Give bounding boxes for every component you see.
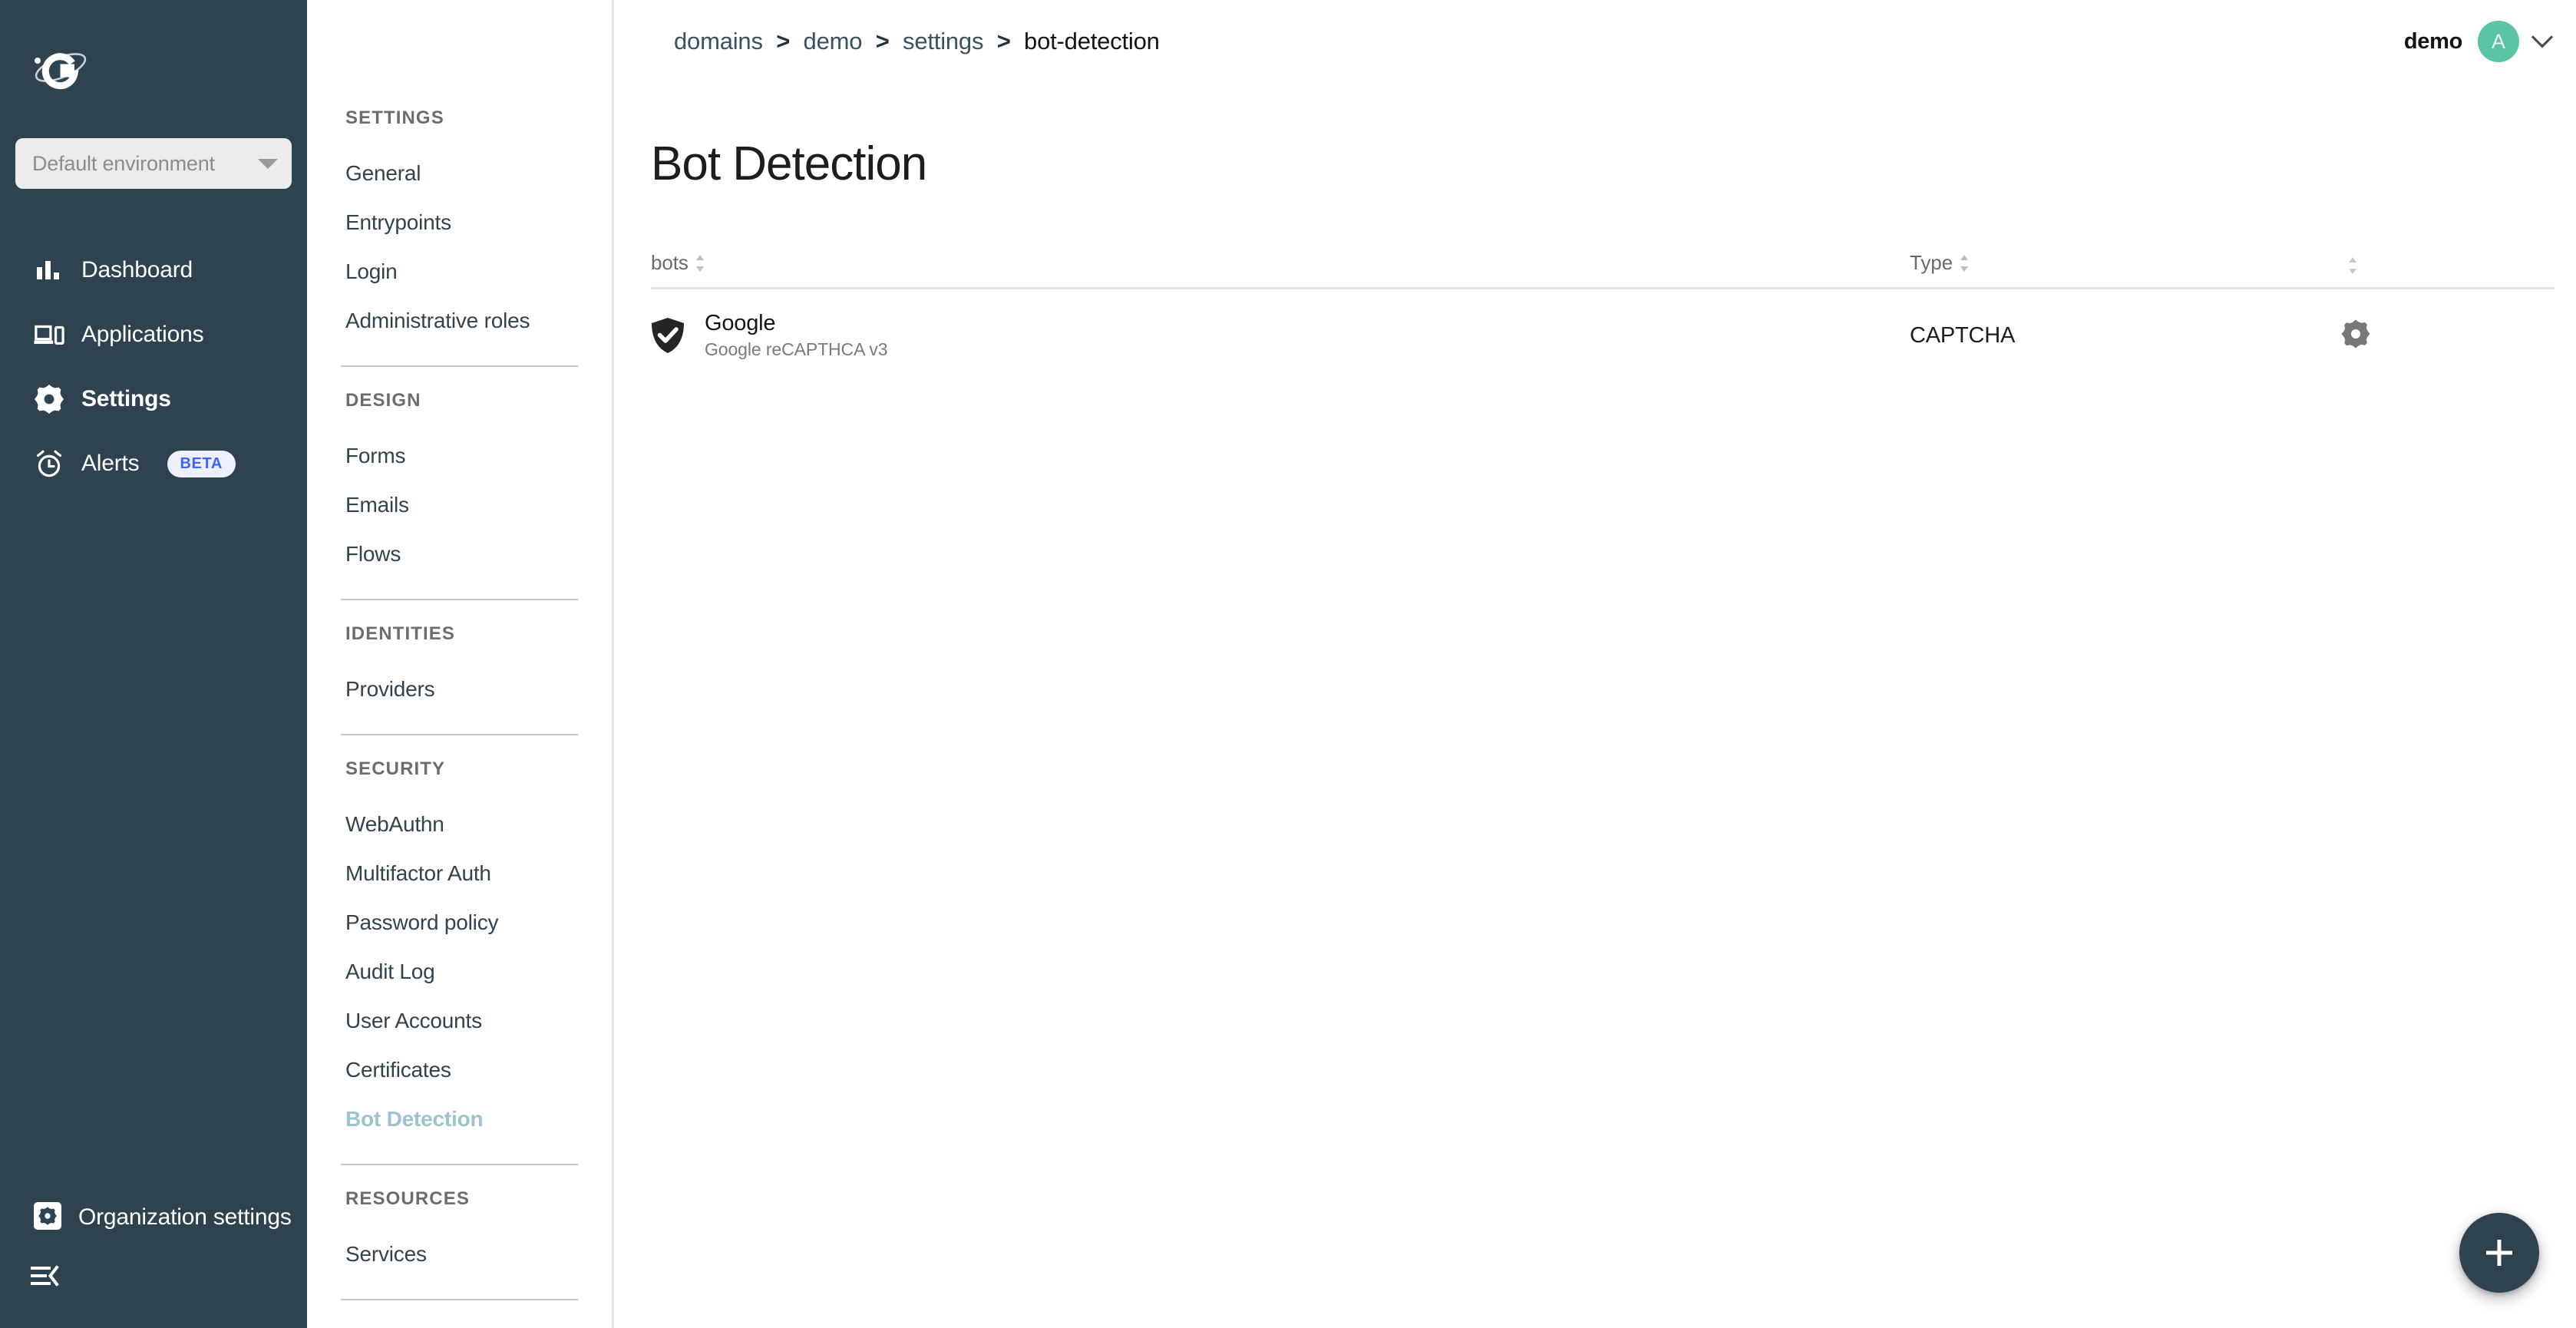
subnav-item-flows[interactable]: Flows xyxy=(341,530,578,579)
subnav-divider xyxy=(341,1299,578,1300)
column-header-label: bots xyxy=(651,251,689,274)
subnav-divider xyxy=(341,1164,578,1165)
sidebar-item-organization-settings[interactable]: Organization settings xyxy=(0,1187,307,1248)
settings-subnav: SETTINGS General Entrypoints Login Admin… xyxy=(307,0,614,1328)
shield-check-icon xyxy=(651,317,685,354)
subnav-divider xyxy=(341,734,578,735)
subnav-item-administrative-roles[interactable]: Administrative roles xyxy=(341,296,578,345)
top-bar: domains > demo > settings > bot-detectio… xyxy=(614,0,2576,83)
sort-icon xyxy=(1959,254,1970,273)
subnav-group-title: RESOURCES xyxy=(345,1188,470,1209)
cell-type: CAPTCHA xyxy=(1910,322,2016,348)
app-root: Default environment Dashboard Applicatio… xyxy=(0,0,2576,1328)
subnav-divider xyxy=(341,365,578,367)
subnav-item-login[interactable]: Login xyxy=(341,247,578,296)
table-row[interactable]: Google Google reCAPTHCA v3 CAPTCHA xyxy=(651,289,2555,382)
breadcrumb-separator: > xyxy=(875,28,890,55)
subnav-group-title: SETTINGS xyxy=(345,107,444,128)
sidebar-collapse-button[interactable] xyxy=(0,1248,307,1307)
app-logo[interactable] xyxy=(0,0,307,138)
sidebar-footer: Organization settings xyxy=(0,1187,307,1328)
sidebar-item-dashboard[interactable]: Dashboard xyxy=(0,238,307,302)
subnav-group-title: DESIGN xyxy=(345,390,421,411)
page-body: Bot Detection bots Type Google Google re… xyxy=(614,83,2576,382)
subnav-item-services[interactable]: Services xyxy=(341,1230,578,1279)
breadcrumb-item-domains[interactable]: domains xyxy=(674,28,763,55)
alarm-clock-icon xyxy=(34,448,64,479)
breadcrumb-item-demo[interactable]: demo xyxy=(804,28,863,55)
plus-icon xyxy=(2486,1240,2512,1266)
primary-sidebar: Default environment Dashboard Applicatio… xyxy=(0,0,307,1328)
primary-nav-list: Dashboard Applications Settings Alerts B… xyxy=(0,238,307,496)
sidebar-item-alerts[interactable]: Alerts BETA xyxy=(0,431,307,496)
table-header-row: bots Type xyxy=(651,251,2555,289)
subnav-item-emails[interactable]: Emails xyxy=(341,481,578,530)
gear-icon xyxy=(34,384,64,415)
subnav-item-multifactor-auth[interactable]: Multifactor Auth xyxy=(341,849,578,898)
sidebar-item-applications[interactable]: Applications xyxy=(0,302,307,367)
beta-badge: BETA xyxy=(167,450,236,477)
breadcrumb-separator: > xyxy=(776,28,791,55)
sidebar-item-label: Applications xyxy=(81,322,204,347)
page-title: Bot Detection xyxy=(651,137,927,190)
avatar: A xyxy=(2478,21,2519,62)
subnav-divider xyxy=(341,599,578,600)
subnav-item-password-policy[interactable]: Password policy xyxy=(341,898,578,947)
user-name: demo xyxy=(2403,28,2462,54)
chevron-down-icon xyxy=(2531,26,2554,48)
bot-name: Google xyxy=(705,310,776,335)
cell-bot: Google Google reCAPTHCA v3 xyxy=(651,309,1910,362)
column-header-bots[interactable]: bots xyxy=(651,251,1910,275)
gear-square-icon xyxy=(34,1201,61,1234)
bot-detection-table: bots Type Google Google reCAPTHCA v3 CAP… xyxy=(651,251,2555,382)
sidebar-item-label: Dashboard xyxy=(81,257,193,282)
breadcrumb-item-settings[interactable]: settings xyxy=(903,28,983,55)
subnav-group-title: SECURITY xyxy=(345,758,446,779)
gravitee-logo-icon xyxy=(35,53,87,90)
sidebar-item-settings[interactable]: Settings xyxy=(0,367,307,431)
environment-selector[interactable]: Default environment xyxy=(15,138,292,189)
subnav-group-title: IDENTITIES xyxy=(345,623,456,644)
devices-icon xyxy=(34,319,64,350)
row-settings-gear-icon[interactable] xyxy=(2341,319,2370,352)
column-header-type[interactable]: Type xyxy=(1910,251,2217,275)
breadcrumb: domains > demo > settings > bot-detectio… xyxy=(614,28,1160,55)
environment-selector-value: Default environment xyxy=(32,151,215,175)
bot-info: Google Google reCAPTHCA v3 xyxy=(705,309,888,362)
bot-description: Google reCAPTHCA v3 xyxy=(705,339,888,360)
collapse-menu-icon xyxy=(31,1264,60,1290)
add-button[interactable] xyxy=(2459,1213,2539,1293)
sidebar-item-label: Alerts xyxy=(81,451,140,476)
subnav-item-webauthn[interactable]: WebAuthn xyxy=(341,800,578,849)
sidebar-item-label: Settings xyxy=(81,386,171,411)
subnav-item-general[interactable]: General xyxy=(341,149,578,198)
sidebar-item-label: Organization settings xyxy=(78,1204,292,1230)
bar-chart-icon xyxy=(34,255,64,286)
user-menu[interactable]: demo A xyxy=(2403,21,2554,62)
subnav-item-entrypoints[interactable]: Entrypoints xyxy=(341,198,578,247)
cell-actions xyxy=(2217,319,2555,352)
breadcrumb-item-bot-detection: bot-detection xyxy=(1024,28,1160,55)
breadcrumb-separator: > xyxy=(996,28,1011,55)
subnav-item-audit-log[interactable]: Audit Log xyxy=(341,947,578,996)
subnav-item-providers[interactable]: Providers xyxy=(341,665,578,714)
column-header-label: Type xyxy=(1910,251,1953,274)
chevron-down-icon xyxy=(258,158,278,169)
main-content: domains > demo > settings > bot-detectio… xyxy=(614,0,2576,1328)
subnav-item-forms[interactable]: Forms xyxy=(341,431,578,481)
subnav-item-certificates[interactable]: Certificates xyxy=(341,1046,578,1095)
subnav-item-bot-detection[interactable]: Bot Detection xyxy=(341,1095,578,1144)
column-header-actions[interactable] xyxy=(2217,256,2555,275)
subnav-item-user-accounts[interactable]: User Accounts xyxy=(341,996,578,1046)
sort-icon xyxy=(2347,256,2358,275)
sort-icon xyxy=(695,254,705,273)
